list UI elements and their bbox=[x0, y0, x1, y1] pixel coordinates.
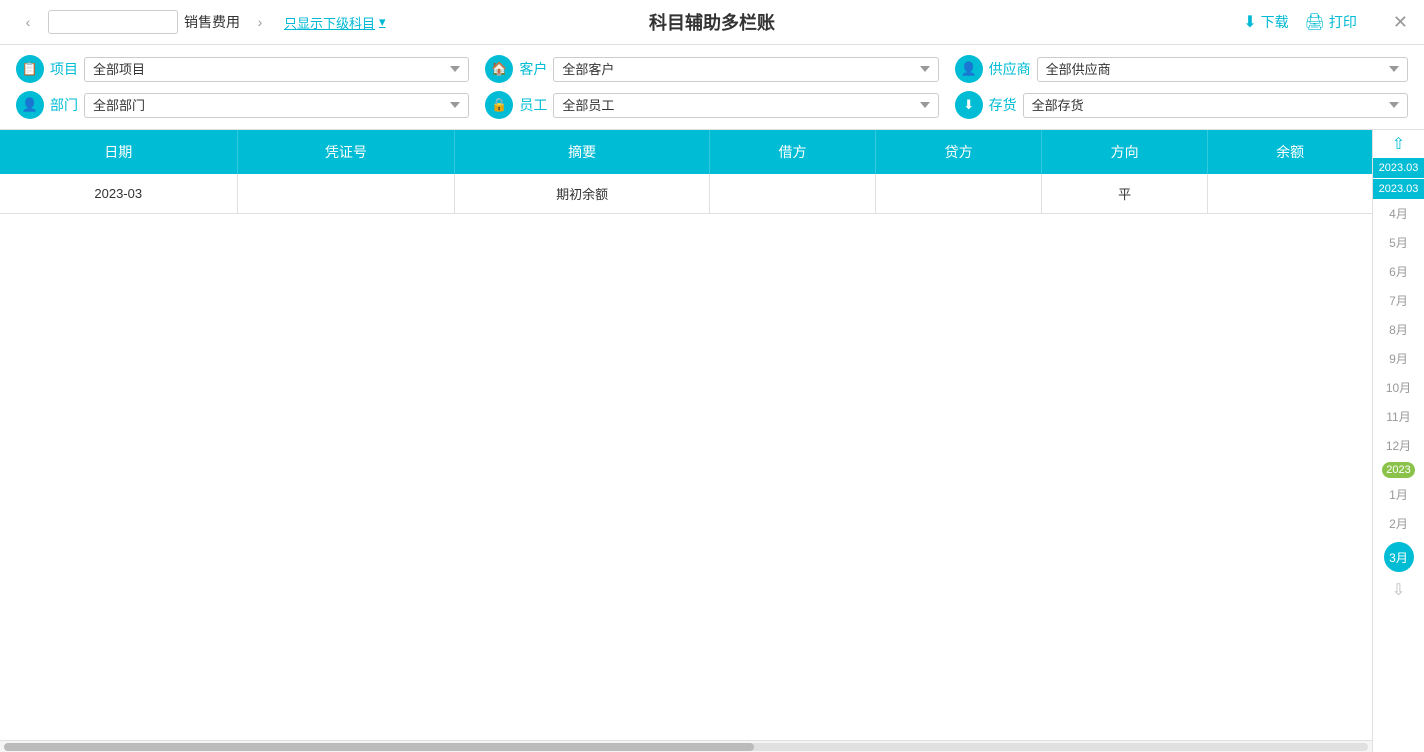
timeline-month-8[interactable]: 8月 bbox=[1373, 315, 1424, 344]
customer-icon: 🏠 bbox=[485, 55, 513, 83]
employee-icon: 🔒 bbox=[485, 91, 513, 119]
print-label: 打印 bbox=[1329, 12, 1357, 32]
print-button[interactable]: 🖨 打印 bbox=[1305, 12, 1357, 32]
filter-project: 📋 项目 全部项目 bbox=[16, 55, 469, 83]
title-actions: ⬇ 下载 🖨 打印 ✕ bbox=[1243, 12, 1408, 33]
filter-row-1: 📋 项目 全部项目 🏠 客户 全部客户 👤 供应商 全部供应商 bbox=[16, 55, 1408, 83]
scrollbar-thumb bbox=[4, 743, 754, 751]
table-scroll[interactable]: 日期 凭证号 摘要 借方 贷方 方向 余额 2023-03 期初余额 bbox=[0, 130, 1372, 752]
filter-customer: 🏠 客户 全部客户 bbox=[485, 55, 938, 83]
titlebar: ‹ 6601 销售费用 › 只显示下级科目 ▾ 科目辅助多栏账 ⬇ 下载 🖨 打… bbox=[0, 0, 1424, 45]
filter-row-2: 👤 部门 全部部门 🔒 员工 全部员工 ⬇ 存货 全部存货 bbox=[16, 91, 1408, 119]
bottom-scrollbar[interactable] bbox=[0, 740, 1372, 752]
download-label: 下载 bbox=[1261, 12, 1289, 32]
timeline-header-1[interactable]: 2023.03 bbox=[1373, 158, 1424, 178]
col-summary: 摘要 bbox=[455, 130, 710, 174]
print-icon: 🖨 bbox=[1305, 12, 1325, 32]
timeline-month-9[interactable]: 9月 bbox=[1373, 344, 1424, 373]
download-button[interactable]: ⬇ 下载 bbox=[1243, 12, 1288, 32]
col-direction: 方向 bbox=[1042, 130, 1208, 174]
timeline-month-7[interactable]: 7月 bbox=[1373, 286, 1424, 315]
table-header-row: 日期 凭证号 摘要 借方 贷方 方向 余额 bbox=[0, 130, 1372, 174]
filter-inventory: ⬇ 存货 全部存货 bbox=[955, 91, 1408, 119]
project-select[interactable]: 全部项目 bbox=[84, 57, 469, 82]
timeline-month-11[interactable]: 11月 bbox=[1373, 402, 1424, 431]
timeline-month-3-active[interactable]: 3月 bbox=[1384, 542, 1414, 572]
filter-supplier: 👤 供应商 全部供应商 bbox=[955, 55, 1408, 83]
supplier-select[interactable]: 全部供应商 bbox=[1037, 57, 1408, 82]
timeline-month-6[interactable]: 6月 bbox=[1373, 257, 1424, 286]
supplier-label: 供应商 bbox=[989, 59, 1031, 79]
employee-select[interactable]: 全部员工 bbox=[553, 93, 938, 118]
col-credit: 贷方 bbox=[876, 130, 1042, 174]
table-area: 日期 凭证号 摘要 借方 贷方 方向 余额 2023-03 期初余额 bbox=[0, 130, 1424, 752]
employee-label: 员工 bbox=[519, 95, 547, 115]
filter-bar: 📋 项目 全部项目 🏠 客户 全部客户 👤 供应商 全部供应商 bbox=[0, 45, 1424, 130]
show-sub-select-area[interactable]: 只显示下级科目 ▾ bbox=[284, 13, 386, 32]
timeline-down-arrow[interactable]: ⇩ bbox=[1373, 576, 1424, 604]
timeline-month-10[interactable]: 10月 bbox=[1373, 373, 1424, 402]
cell-direction: 平 bbox=[1042, 174, 1208, 214]
cell-balance bbox=[1208, 174, 1372, 214]
supplier-icon: 👤 bbox=[955, 55, 983, 83]
inventory-label: 存货 bbox=[989, 95, 1017, 115]
account-code-area: 6601 销售费用 bbox=[48, 10, 240, 34]
project-icon: 📋 bbox=[16, 55, 44, 83]
account-code-input[interactable]: 6601 bbox=[48, 10, 178, 34]
cell-debit bbox=[709, 174, 875, 214]
col-debit: 借方 bbox=[709, 130, 875, 174]
chevron-down-icon: ▾ bbox=[379, 14, 386, 30]
inventory-icon: ⬇ bbox=[955, 91, 983, 119]
timeline-panel: ⇧ 2023.03 2023.03 4月 5月 6月 7月 8月 9月 10月 … bbox=[1372, 130, 1424, 752]
col-date: 日期 bbox=[0, 130, 237, 174]
timeline-month-1[interactable]: 1月 bbox=[1373, 480, 1424, 509]
prev-btn[interactable]: ‹ bbox=[16, 10, 40, 34]
inventory-select[interactable]: 全部存货 bbox=[1023, 93, 1408, 118]
page-title: 科目辅助多栏账 bbox=[649, 9, 775, 35]
timeline-header-2[interactable]: 2023.03 bbox=[1373, 179, 1424, 199]
timeline-month-5[interactable]: 5月 bbox=[1373, 228, 1424, 257]
timeline-up-arrow[interactable]: ⇧ bbox=[1373, 130, 1424, 158]
data-table: 日期 凭证号 摘要 借方 贷方 方向 余额 2023-03 期初余额 bbox=[0, 130, 1372, 214]
project-label: 项目 bbox=[50, 59, 78, 79]
download-icon: ⬇ bbox=[1243, 12, 1256, 32]
department-select[interactable]: 全部部门 bbox=[84, 93, 469, 118]
col-balance: 余额 bbox=[1208, 130, 1372, 174]
timeline-year-2023[interactable]: 2023 bbox=[1382, 462, 1414, 478]
cell-voucher bbox=[237, 174, 455, 214]
customer-label: 客户 bbox=[519, 59, 547, 79]
cell-credit bbox=[876, 174, 1042, 214]
close-button[interactable]: ✕ bbox=[1393, 12, 1408, 33]
main-window: ‹ 6601 销售费用 › 只显示下级科目 ▾ 科目辅助多栏账 ⬇ 下载 🖨 打… bbox=[0, 0, 1424, 752]
table-row: 2023-03 期初余额 平 bbox=[0, 174, 1372, 214]
account-name-label: 销售费用 bbox=[184, 12, 240, 32]
cell-summary: 期初余额 bbox=[455, 174, 710, 214]
col-voucher: 凭证号 bbox=[237, 130, 455, 174]
timeline-month-2[interactable]: 2月 bbox=[1373, 509, 1424, 538]
department-label: 部门 bbox=[50, 95, 78, 115]
filter-employee: 🔒 员工 全部员工 bbox=[485, 91, 938, 119]
department-icon: 👤 bbox=[16, 91, 44, 119]
filter-department: 👤 部门 全部部门 bbox=[16, 91, 469, 119]
timeline-month-12[interactable]: 12月 bbox=[1373, 431, 1424, 460]
cell-date: 2023-03 bbox=[0, 174, 237, 214]
timeline-month-4[interactable]: 4月 bbox=[1373, 199, 1424, 228]
show-sub-label: 只显示下级科目 bbox=[284, 13, 375, 32]
next-btn[interactable]: › bbox=[248, 10, 272, 34]
customer-select[interactable]: 全部客户 bbox=[553, 57, 938, 82]
